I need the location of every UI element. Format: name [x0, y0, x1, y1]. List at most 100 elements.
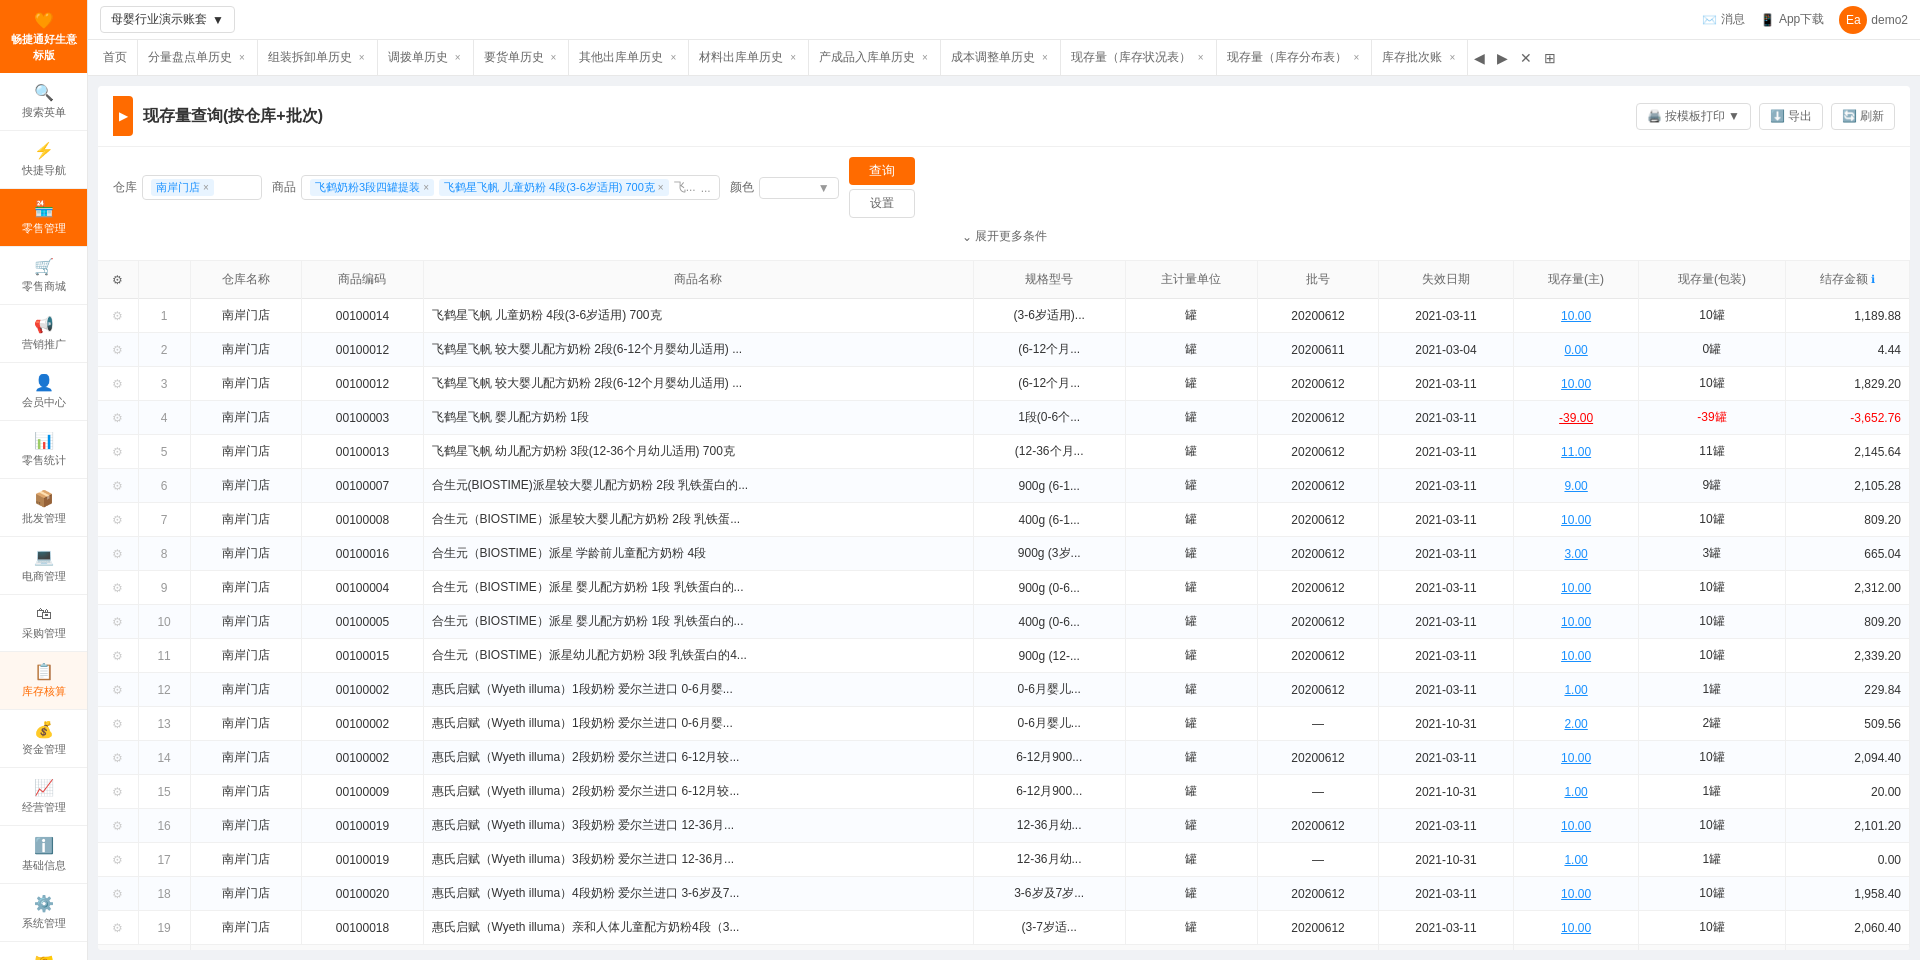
row-gear[interactable]: ⚙: [98, 299, 138, 333]
row-gear[interactable]: ⚙: [98, 367, 138, 401]
row-gear[interactable]: ⚙: [98, 435, 138, 469]
row-gear[interactable]: ⚙: [98, 877, 138, 911]
row-gear[interactable]: ⚙: [98, 333, 138, 367]
tab-close-icon[interactable]: ×: [1196, 51, 1206, 64]
sidebar-item-system-mgmt[interactable]: ⚙️ 系统管理: [0, 884, 87, 942]
row-qty-main[interactable]: 1.00: [1513, 673, 1639, 707]
row-qty-main[interactable]: 10.00: [1513, 571, 1639, 605]
row-qty-main[interactable]: -39.00: [1513, 401, 1639, 435]
row-qty-main[interactable]: 10.00: [1513, 605, 1639, 639]
product-filter-input[interactable]: 飞鹤奶粉3段四罐提装 × 飞鹤星飞帆 儿童奶粉 4段(3-6岁适用) 700克 …: [301, 175, 720, 200]
expand-more-button[interactable]: ⌄ 展开更多条件: [113, 223, 1895, 250]
row-gear[interactable]: ⚙: [98, 537, 138, 571]
tab-close-icon[interactable]: ×: [1352, 51, 1362, 64]
row-qty-main[interactable]: 3.00: [1513, 537, 1639, 571]
product-filter-expand-icon[interactable]: ...: [701, 181, 711, 195]
row-qty-main[interactable]: 9.00: [1513, 469, 1639, 503]
warehouse-filter-input[interactable]: 南岸门店 ×: [142, 175, 262, 200]
row-gear[interactable]: ⚙: [98, 605, 138, 639]
row-qty-main[interactable]: 10.00: [1513, 503, 1639, 537]
row-qty-main[interactable]: 1.00: [1513, 843, 1639, 877]
tab-inventory-dist[interactable]: 现存量（库存分布表） ×: [1217, 40, 1373, 76]
row-qty-main[interactable]: 10.00: [1513, 639, 1639, 673]
sidebar-item-finance-mgmt[interactable]: 💰 资金管理: [0, 710, 87, 768]
tab-finished-in-history[interactable]: 产成品入库单历史 ×: [809, 40, 941, 76]
tab-close-icon[interactable]: ×: [1447, 51, 1457, 64]
sidebar-item-retail-mgmt[interactable]: 🏪 零售管理: [0, 189, 87, 247]
warehouse-tag-close-icon[interactable]: ×: [203, 182, 209, 193]
row-qty-main[interactable]: 1.00: [1513, 775, 1639, 809]
row-gear[interactable]: ⚙: [98, 673, 138, 707]
tab-prev-button[interactable]: ◀: [1468, 40, 1491, 76]
row-gear[interactable]: ⚙: [98, 639, 138, 673]
tab-requisition-history[interactable]: 要货单历史 ×: [474, 40, 570, 76]
tab-split-history[interactable]: 分量盘点单历史 ×: [138, 40, 258, 76]
row-qty-main[interactable]: 10.00: [1513, 741, 1639, 775]
tab-close-icon[interactable]: ×: [237, 51, 247, 64]
row-gear[interactable]: ⚙: [98, 401, 138, 435]
sidebar-item-search[interactable]: 🔍 搜索英单: [0, 73, 87, 131]
query-button[interactable]: 查询: [849, 157, 915, 185]
row-gear[interactable]: ⚙: [98, 775, 138, 809]
refresh-button[interactable]: 🔄 刷新: [1831, 103, 1895, 130]
tab-close-icon[interactable]: ×: [668, 51, 678, 64]
product-tag-2-close-icon[interactable]: ×: [658, 182, 664, 193]
org-selector[interactable]: 母婴行业演示账套 ▼: [100, 6, 235, 33]
row-gear[interactable]: ⚙: [98, 741, 138, 775]
sidebar-item-inventory-check[interactable]: 📋 库存核算: [0, 652, 87, 710]
tab-home[interactable]: 首页: [93, 40, 138, 76]
tab-close-icon[interactable]: ×: [549, 51, 559, 64]
sidebar-item-quick-nav[interactable]: ⚡ 快捷导航: [0, 131, 87, 189]
row-gear[interactable]: ⚙: [98, 469, 138, 503]
row-gear[interactable]: ⚙: [98, 843, 138, 877]
sidebar-item-member-center[interactable]: 👤 会员中心: [0, 363, 87, 421]
sidebar-item-basic-info[interactable]: ℹ️ 基础信息: [0, 826, 87, 884]
tab-close-all-button[interactable]: ✕: [1514, 40, 1538, 76]
row-qty-main[interactable]: 10.00: [1513, 367, 1639, 401]
row-qty-main[interactable]: 2.00: [1513, 707, 1639, 741]
row-gear[interactable]: ⚙: [98, 571, 138, 605]
sidebar-item-operations-mgmt[interactable]: 📈 经营管理: [0, 768, 87, 826]
tab-inventory-status[interactable]: 现存量（库存状况表） ×: [1061, 40, 1217, 76]
sidebar-item-enterprise-collab[interactable]: 🤝 企业协同: [0, 942, 87, 960]
tab-other-out-history[interactable]: 其他出库单历史 ×: [569, 40, 689, 76]
tab-dismantle-history[interactable]: 组装拆卸单历史 ×: [258, 40, 378, 76]
sidebar-item-ecommerce-mgmt[interactable]: 💻 电商管理: [0, 537, 87, 595]
tab-close-icon[interactable]: ×: [788, 51, 798, 64]
template-print-button[interactable]: 🖨️ 按模板打印 ▼: [1636, 103, 1751, 130]
tab-close-icon[interactable]: ×: [357, 51, 367, 64]
app-download-button[interactable]: 📱 App下载: [1760, 11, 1824, 28]
export-button[interactable]: ⬇️ 导出: [1759, 103, 1823, 130]
tab-next-button[interactable]: ▶: [1491, 40, 1514, 76]
sidebar-item-purchase-mgmt[interactable]: 🛍 采购管理: [0, 595, 87, 652]
row-qty-main[interactable]: 10.00: [1513, 877, 1639, 911]
settings-button[interactable]: 设置: [849, 189, 915, 218]
tab-close-icon[interactable]: ×: [920, 51, 930, 64]
tab-batch-ledger[interactable]: 库存批次账 ×: [1372, 40, 1468, 76]
sidebar-item-wholesale-mgmt[interactable]: 📦 批发管理: [0, 479, 87, 537]
row-gear[interactable]: ⚙: [98, 809, 138, 843]
row-qty-main[interactable]: 0.00: [1513, 333, 1639, 367]
row-gear[interactable]: ⚙: [98, 503, 138, 537]
row-gear[interactable]: ⚙: [98, 707, 138, 741]
row-gear[interactable]: ⚙: [98, 911, 138, 945]
row-qty-main[interactable]: 10.00: [1513, 911, 1639, 945]
color-filter-input[interactable]: ▼: [759, 177, 839, 199]
sidebar-item-marketing[interactable]: 📢 营销推广: [0, 305, 87, 363]
message-button[interactable]: ✉️ 消息: [1702, 11, 1745, 28]
row-qty-main[interactable]: 10.00: [1513, 809, 1639, 843]
tab-cost-adjust-history[interactable]: 成本调整单历史 ×: [941, 40, 1061, 76]
tab-menu-button[interactable]: ⊞: [1538, 40, 1562, 76]
row-qty-main[interactable]: 10.00: [1513, 299, 1639, 333]
col-gear[interactable]: ⚙: [98, 261, 138, 299]
row-qty-main[interactable]: 11.00: [1513, 435, 1639, 469]
user-avatar[interactable]: Ea demo2: [1839, 6, 1908, 34]
tab-close-icon[interactable]: ×: [453, 51, 463, 64]
tab-close-icon[interactable]: ×: [1040, 51, 1050, 64]
expand-arrow-button[interactable]: ▶: [113, 96, 133, 136]
tab-search-history[interactable]: 调拨单历史 ×: [378, 40, 474, 76]
sidebar-item-retail-stats[interactable]: 📊 零售统计: [0, 421, 87, 479]
tab-material-out-history[interactable]: 材料出库单历史 ×: [689, 40, 809, 76]
product-tag-1-close-icon[interactable]: ×: [423, 182, 429, 193]
sidebar-item-retail-mall[interactable]: 🛒 零售商城: [0, 247, 87, 305]
